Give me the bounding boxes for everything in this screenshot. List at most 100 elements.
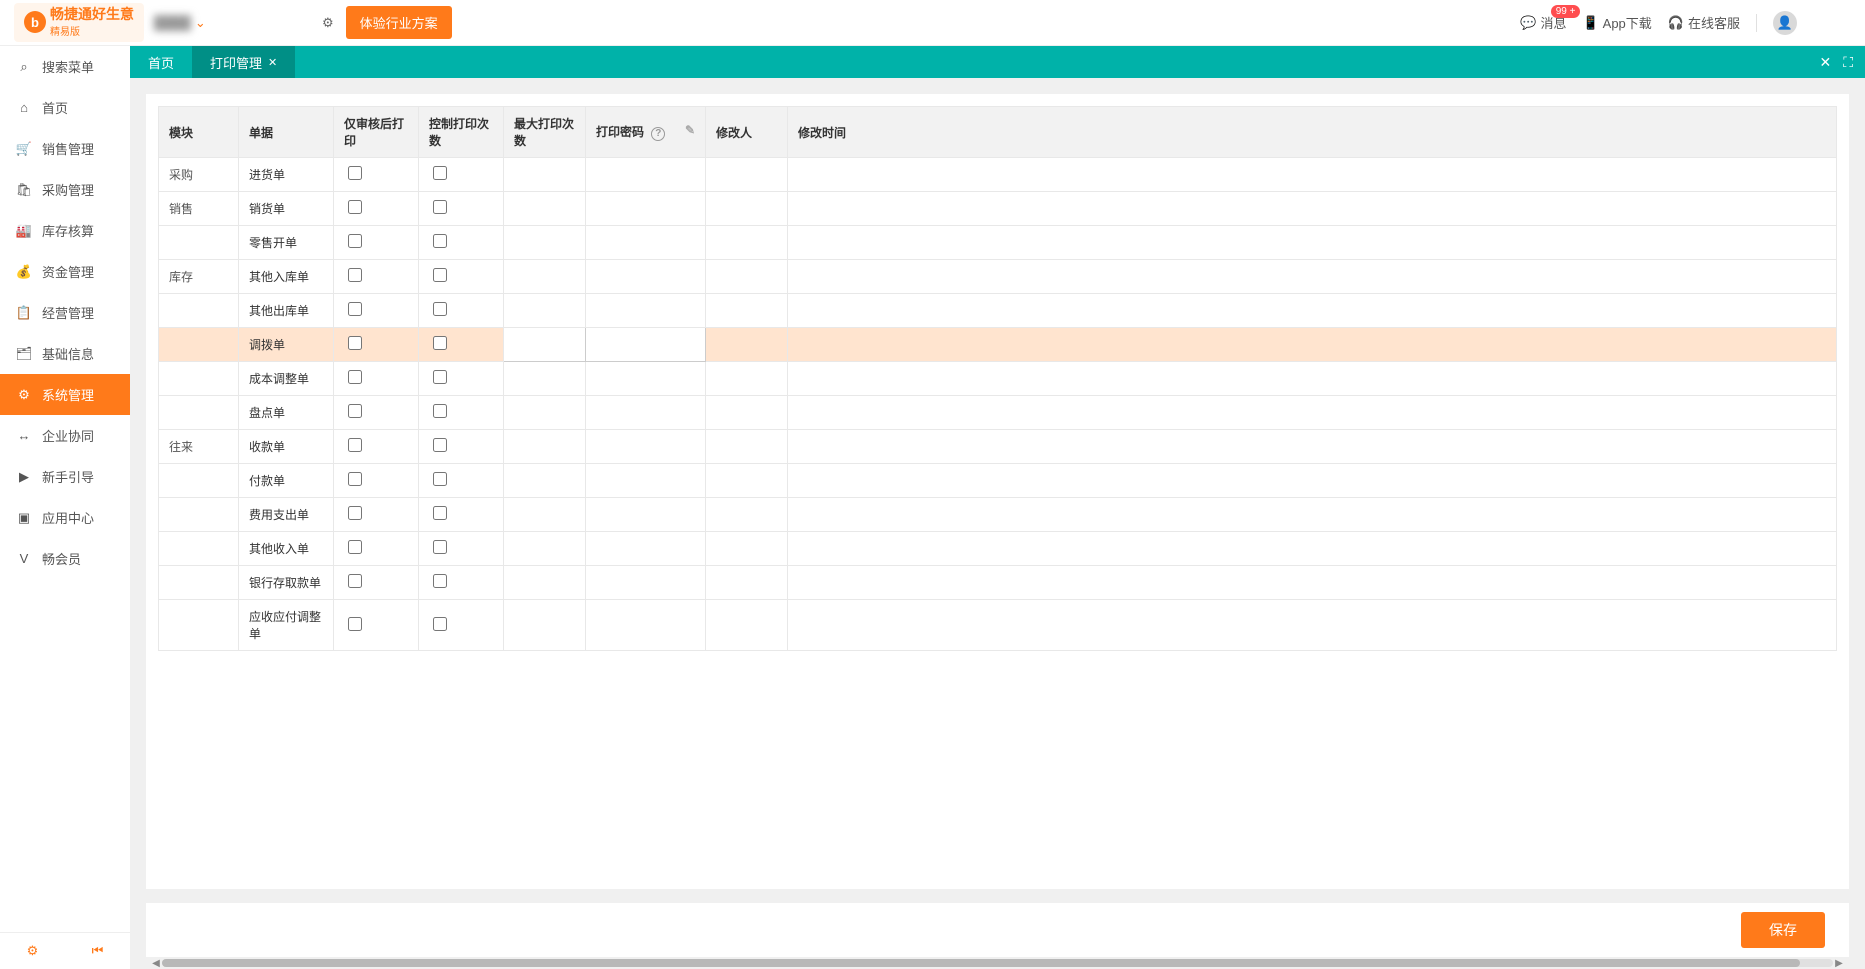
cell-max-count (504, 226, 586, 260)
audit-only-checkbox[interactable] (348, 336, 362, 350)
limit-count-checkbox[interactable] (433, 302, 447, 316)
limit-count-checkbox[interactable] (433, 404, 447, 418)
cell-limit-count (419, 498, 504, 532)
table-row: 银行存取款单 (159, 566, 1837, 600)
sidebar-item-collab[interactable]: ↔企业协同 (0, 415, 130, 456)
settings-gear-icon[interactable]: ⚙ (322, 15, 334, 31)
industry-plan-button[interactable]: 体验行业方案 (346, 6, 452, 39)
th-doc: 单据 (239, 107, 334, 158)
print-settings-table: 模块 单据 仅审核后打印 控制打印次数 最大打印次数 打印密码 ? ✎ (158, 106, 1837, 651)
limit-count-checkbox[interactable] (433, 336, 447, 350)
sidebar-item-inventory[interactable]: 🏭库存核算 (0, 210, 130, 251)
sidebar: ⌕搜索菜单⌂首页🛒销售管理🛍采购管理🏭库存核算💰资金管理📋经营管理🗂基础信息⚙系… (0, 46, 130, 969)
cell-doc: 其他出库单 (239, 294, 334, 328)
sidebar-item-base-info[interactable]: 🗂基础信息 (0, 333, 130, 374)
cell-max-count (504, 464, 586, 498)
limit-count-checkbox[interactable] (433, 617, 447, 631)
sidebar-item-app-center[interactable]: ▣应用中心 (0, 497, 130, 538)
limit-count-checkbox[interactable] (433, 370, 447, 384)
cell-module: 采购 (159, 158, 239, 192)
audit-only-checkbox[interactable] (348, 268, 362, 282)
cell-modified-at (788, 566, 1837, 600)
sidebar-item-finance[interactable]: 💰资金管理 (0, 251, 130, 292)
fullscreen-icon[interactable]: ⛶ (1843, 54, 1853, 71)
messages-link[interactable]: 💬 消息 99 + (1520, 13, 1566, 32)
cell-modified-by (706, 158, 788, 192)
audit-only-checkbox[interactable] (348, 370, 362, 384)
cell-modified-at (788, 226, 1837, 260)
cell-modified-by (706, 294, 788, 328)
audit-only-checkbox[interactable] (348, 404, 362, 418)
audit-only-checkbox[interactable] (348, 200, 362, 214)
cell-max-count[interactable] (504, 328, 586, 362)
sidebar-item-operation[interactable]: 📋经营管理 (0, 292, 130, 333)
tab-print-mgmt[interactable]: 打印管理 ✕ (192, 46, 295, 78)
scroll-thumb[interactable] (162, 959, 1800, 967)
cell-modified-at (788, 464, 1837, 498)
brand-edition: 精易版 (50, 23, 134, 38)
cell-max-count (504, 566, 586, 600)
limit-count-checkbox[interactable] (433, 200, 447, 214)
audit-only-checkbox[interactable] (348, 574, 362, 588)
table-row: 零售开单 (159, 226, 1837, 260)
edit-column-icon[interactable]: ✎ (685, 123, 695, 137)
limit-count-checkbox[interactable] (433, 540, 447, 554)
scroll-left-icon[interactable]: ◀ (150, 958, 162, 969)
cell-modified-at (788, 328, 1837, 362)
help-icon[interactable]: ? (651, 127, 665, 141)
cell-audit-only (334, 498, 419, 532)
th-modified-by: 修改人 (706, 107, 788, 158)
cell-limit-count (419, 158, 504, 192)
tab-label: 打印管理 (210, 53, 262, 72)
cell-password[interactable] (586, 328, 706, 362)
limit-count-checkbox[interactable] (433, 438, 447, 452)
sidebar-item-guide[interactable]: ▶新手引导 (0, 456, 130, 497)
cell-modified-by (706, 430, 788, 464)
sidebar-item-system[interactable]: ⚙系统管理 (0, 374, 130, 415)
cell-modified-at (788, 158, 1837, 192)
cell-password (586, 362, 706, 396)
org-selector[interactable]: ████ ⌄ (154, 15, 314, 31)
sidebar-item-label: 畅会员 (42, 549, 81, 568)
audit-only-checkbox[interactable] (348, 506, 362, 520)
purchase-icon: 🛍 (16, 182, 32, 198)
limit-count-checkbox[interactable] (433, 268, 447, 282)
audit-only-checkbox[interactable] (348, 438, 362, 452)
sidebar-item-home[interactable]: ⌂首页 (0, 87, 130, 128)
limit-count-checkbox[interactable] (433, 472, 447, 486)
org-name-blurred: ████ (154, 15, 191, 30)
sidebar-item-sales[interactable]: 🛒销售管理 (0, 128, 130, 169)
sidebar-item-search-menu[interactable]: ⌕搜索菜单 (0, 46, 130, 87)
online-service-link[interactable]: 🎧 在线客服 (1668, 13, 1740, 32)
audit-only-checkbox[interactable] (348, 234, 362, 248)
horizontal-scrollbar[interactable]: ◀ ▶ (146, 957, 1849, 969)
scroll-right-icon[interactable]: ▶ (1833, 958, 1845, 969)
app-download-link[interactable]: 📱 App下载 (1582, 13, 1651, 32)
cell-doc: 销货单 (239, 192, 334, 226)
cell-doc: 其他入库单 (239, 260, 334, 294)
limit-count-checkbox[interactable] (433, 234, 447, 248)
sidebar-item-member[interactable]: V畅会员 (0, 538, 130, 579)
audit-only-checkbox[interactable] (348, 302, 362, 316)
limit-count-checkbox[interactable] (433, 506, 447, 520)
cell-modified-at (788, 362, 1837, 396)
sidebar-item-label: 新手引导 (42, 467, 94, 486)
limit-count-checkbox[interactable] (433, 574, 447, 588)
save-button[interactable]: 保存 (1741, 912, 1825, 948)
audit-only-checkbox[interactable] (348, 166, 362, 180)
tab-close-icon[interactable]: ✕ (268, 56, 277, 69)
sidebar-item-purchase[interactable]: 🛍采购管理 (0, 169, 130, 210)
sidebar-item-label: 企业协同 (42, 426, 94, 445)
user-menu[interactable]: 👤 (1773, 11, 1851, 35)
audit-only-checkbox[interactable] (348, 540, 362, 554)
sidebar-item-label: 搜索菜单 (42, 57, 94, 76)
base-info-icon: 🗂 (16, 346, 32, 362)
scroll-track[interactable] (162, 959, 1833, 967)
limit-count-checkbox[interactable] (433, 166, 447, 180)
audit-only-checkbox[interactable] (348, 617, 362, 631)
tab-close-all-icon[interactable]: ✕ (1819, 54, 1831, 71)
sidebar-settings-icon[interactable]: ⚙ (0, 933, 65, 969)
audit-only-checkbox[interactable] (348, 472, 362, 486)
sidebar-collapse-icon[interactable]: ⏮ (65, 933, 130, 969)
tab-home[interactable]: 首页 (130, 46, 192, 78)
